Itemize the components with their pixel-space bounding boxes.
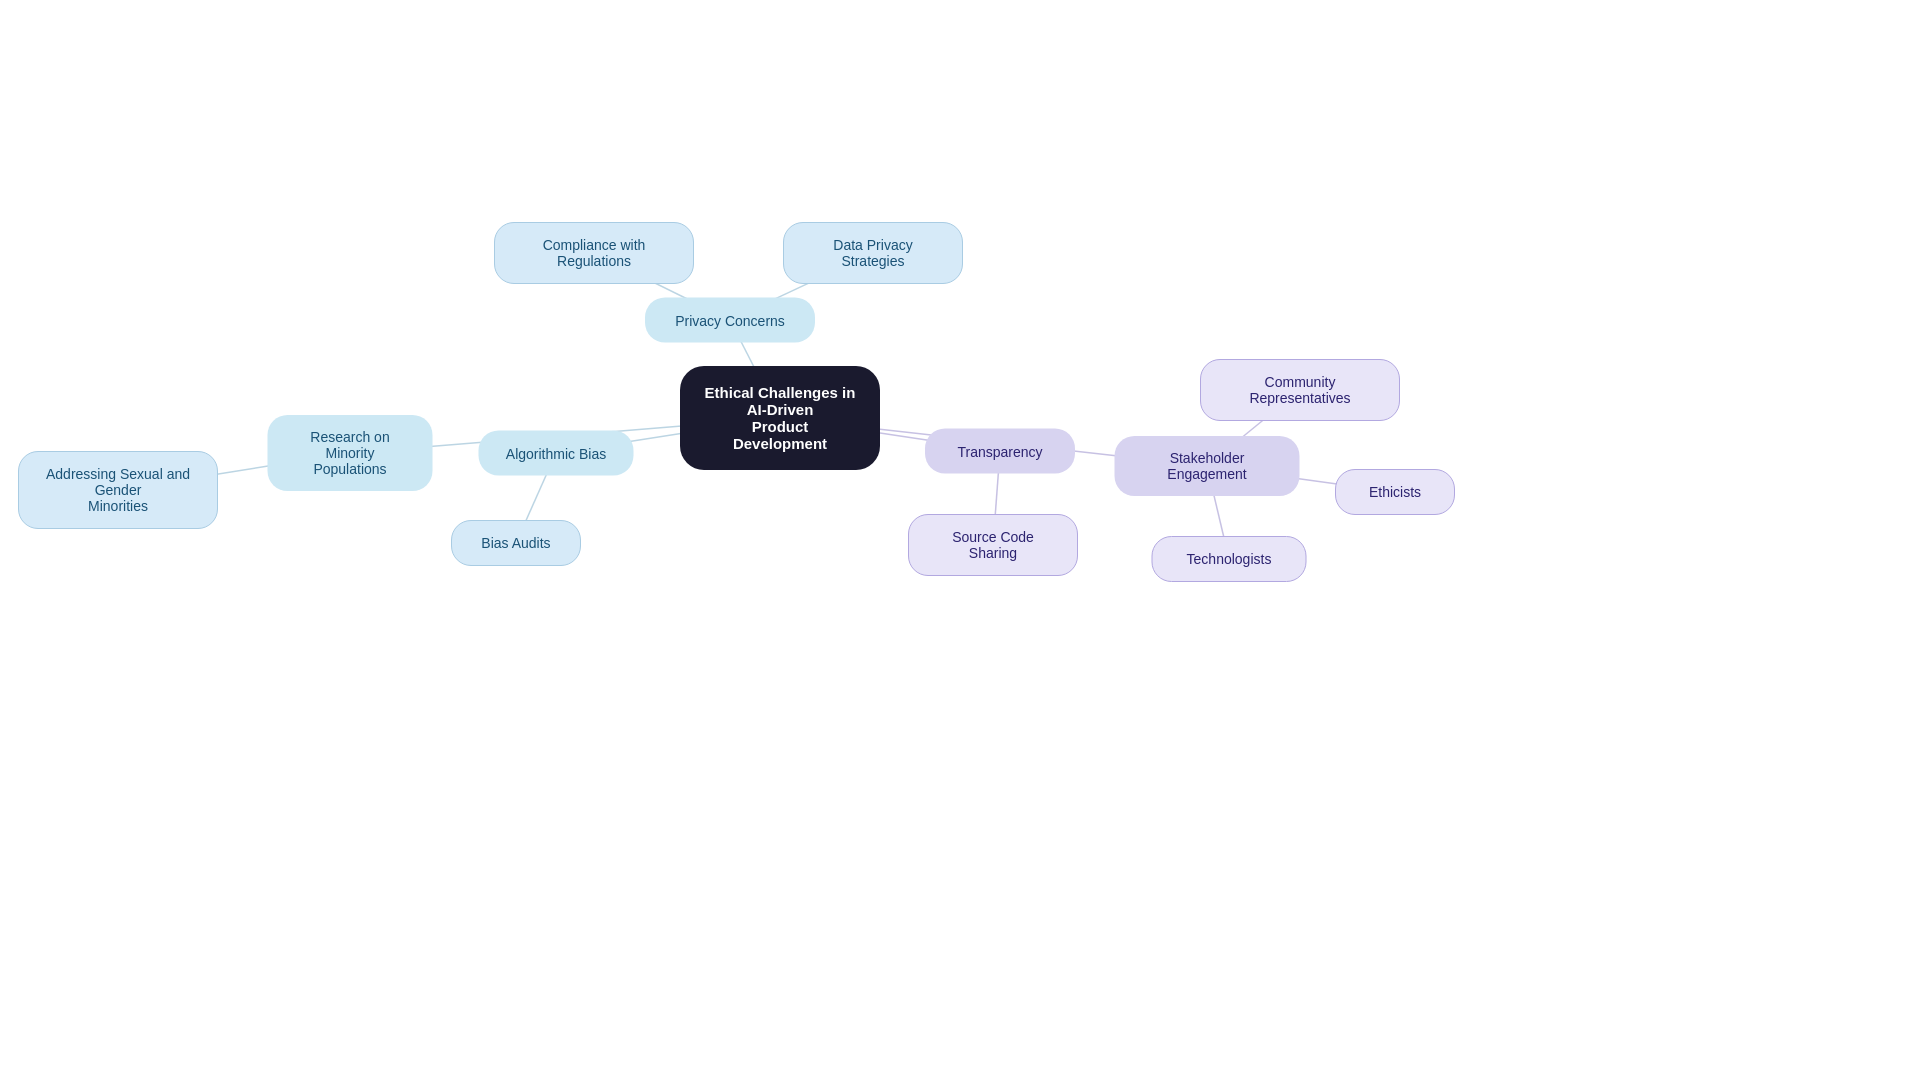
node-dataPrivacyStrategies[interactable]: Data Privacy Strategies — [783, 222, 963, 284]
node-label-complianceRegulations: Compliance with Regulations — [515, 237, 673, 269]
mindmap-container: Ethical Challenges in AI-Driven Product … — [0, 0, 1920, 1083]
node-addressingSexual[interactable]: Addressing Sexual and Gender Minorities — [18, 451, 218, 529]
node-label-center: Ethical Challenges in AI-Driven Product … — [704, 384, 856, 452]
node-label-sourceCodeSharing: Source Code Sharing — [929, 529, 1057, 561]
node-sourceCodeSharing[interactable]: Source Code Sharing — [908, 514, 1078, 576]
node-complianceRegulations[interactable]: Compliance with Regulations — [494, 222, 694, 284]
node-label-transparency: Transparency — [957, 443, 1042, 459]
node-label-technologists: Technologists — [1187, 551, 1272, 567]
node-label-researchMinority: Research on Minority Populations — [288, 429, 413, 477]
node-label-algorithmicBias: Algorithmic Bias — [506, 445, 606, 461]
node-researchMinority[interactable]: Research on Minority Populations — [268, 415, 433, 491]
node-communityReps[interactable]: Community Representatives — [1200, 359, 1400, 421]
node-label-ethicists: Ethicists — [1369, 484, 1421, 500]
node-technologists[interactable]: Technologists — [1152, 536, 1307, 582]
node-label-addressingSexual: Addressing Sexual and Gender Minorities — [39, 466, 197, 514]
node-algorithmicBias[interactable]: Algorithmic Bias — [479, 431, 634, 476]
node-biasAudits[interactable]: Bias Audits — [451, 520, 581, 566]
node-transparency[interactable]: Transparency — [925, 429, 1075, 474]
node-label-stakeholderEngagement: Stakeholder Engagement — [1135, 450, 1280, 482]
node-label-privacyConcerns: Privacy Concerns — [675, 312, 785, 328]
node-stakeholderEngagement[interactable]: Stakeholder Engagement — [1115, 436, 1300, 496]
node-label-biasAudits: Bias Audits — [481, 535, 550, 551]
node-privacyConcerns[interactable]: Privacy Concerns — [645, 298, 815, 343]
node-center[interactable]: Ethical Challenges in AI-Driven Product … — [680, 366, 880, 470]
node-label-communityReps: Community Representatives — [1221, 374, 1379, 406]
node-label-dataPrivacyStrategies: Data Privacy Strategies — [804, 237, 942, 269]
node-ethicists[interactable]: Ethicists — [1335, 469, 1455, 515]
